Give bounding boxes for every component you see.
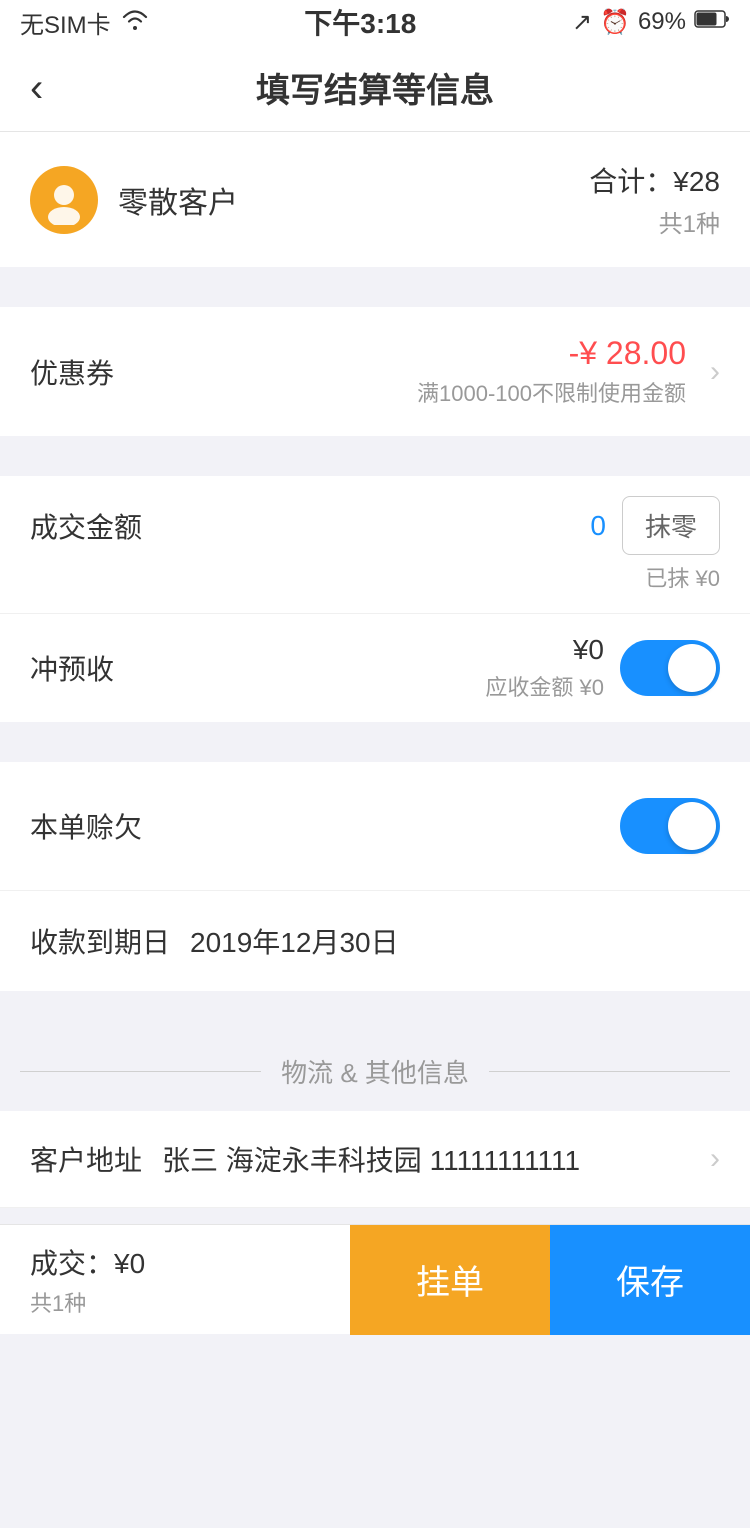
battery-icon [694,8,730,36]
total-value: ¥28 [673,166,720,197]
nav-bar: ‹ 填写结算等信息 [0,44,750,132]
status-time: 下午3:18 [304,2,416,42]
transaction-sub: 已抹 ¥0 [30,561,720,603]
total-count: 共1种 [589,204,720,239]
bottom-transaction-label: 成交： [30,1248,114,1279]
customer-left: 零散客户 [30,166,238,234]
separator-3 [0,742,750,762]
transaction-top: 成交金额 0 抹零 [30,496,720,555]
header-line-left [20,1071,261,1072]
prepay-value: ¥0 [573,634,604,666]
location-icon: ↗ [572,8,592,37]
debit-card: 本单赊欠 收款到期日 2019年12月30日 [0,762,750,991]
save-button[interactable]: 保存 [550,1225,750,1335]
prepay-row: 冲预收 ¥0 应收金额 ¥0 [0,613,750,722]
address-chevron-icon: › [710,1142,720,1176]
bottom-info: 成交：¥0 共1种 [0,1242,350,1318]
bottom-transaction-amount: ¥0 [114,1248,145,1279]
status-right: ↗ ⏰ 69% [572,8,730,37]
logistics-label: 物流 & 其他信息 [281,1053,469,1090]
round-zero-button[interactable]: 抹零 [622,496,720,555]
total-amount: 合计：¥28 [589,160,720,200]
hang-button[interactable]: 挂单 [350,1225,550,1335]
customer-card: 零散客户 合计：¥28 共1种 [0,132,750,267]
separator-4 [0,1011,750,1031]
coupon-discount: -¥ 28.00 [569,335,686,372]
bottom-count: 共1种 [30,1286,320,1318]
chevron-right-icon: › [710,355,720,389]
prepay-right: ¥0 应收金额 ¥0 [485,634,720,702]
prepay-value-area: ¥0 应收金额 ¥0 [485,634,604,702]
customer-total: 合计：¥28 共1种 [589,160,720,239]
bottom-bar: 成交：¥0 共1种 挂单 保存 [0,1224,750,1334]
coupon-card: 优惠券 -¥ 28.00 满1000-100不限制使用金额 › [0,307,750,436]
separator-1 [0,287,750,307]
back-button[interactable]: ‹ [30,68,43,108]
avatar [30,166,98,234]
battery-percent: 69% [638,8,686,36]
debit-toggle-knob [668,802,716,850]
transaction-row: 成交金额 0 抹零 已抹 ¥0 [0,476,750,613]
address-label: 客户地址 [30,1139,142,1179]
transaction-right: 0 抹零 [590,496,720,555]
coupon-right: -¥ 28.00 满1000-100不限制使用金额 › [417,335,720,408]
toggle-knob [668,644,716,692]
status-left: 无SIM卡 [20,5,149,40]
wifi-icon [121,8,149,37]
due-date-label: 收款到期日 [30,921,170,961]
alarm-icon: ⏰ [600,8,630,37]
logistics-header: 物流 & 其他信息 [0,1031,750,1111]
transaction-card: 成交金额 0 抹零 已抹 ¥0 冲预收 ¥0 应收金额 ¥0 [0,476,750,722]
prepay-label: 冲预收 [30,648,114,688]
separator-2 [0,456,750,476]
debit-label: 本单赊欠 [30,806,142,846]
coupon-sub: 满1000-100不限制使用金额 [417,376,686,408]
coupon-row[interactable]: 优惠券 -¥ 28.00 满1000-100不限制使用金额 › [0,307,750,436]
transaction-label: 成交金额 [30,506,142,546]
due-date-value: 2019年12月30日 [190,921,399,961]
coupon-value-area: -¥ 28.00 满1000-100不限制使用金额 [417,335,686,408]
debit-row: 本单赊欠 [0,762,750,890]
customer-name: 零散客户 [118,178,238,222]
due-date-row: 收款到期日 2019年12月30日 [0,890,750,991]
total-label: 合计： [589,166,673,197]
coupon-label: 优惠券 [30,352,114,392]
address-row[interactable]: 客户地址 张三 海淀永丰科技园 11111111111 › [0,1111,750,1208]
prepay-toggle[interactable] [620,640,720,696]
customer-row: 零散客户 合计：¥28 共1种 [0,132,750,267]
debit-toggle[interactable] [620,798,720,854]
address-value: 张三 海淀永丰科技园 11111111111 [162,1139,702,1179]
prepay-sub: 应收金额 ¥0 [485,670,604,702]
bottom-transaction: 成交：¥0 [30,1242,320,1282]
page-title: 填写结算等信息 [256,63,494,112]
sim-status: 无SIM卡 [20,5,111,40]
header-line-right [489,1071,730,1072]
transaction-value: 0 [590,510,606,542]
status-bar: 无SIM卡 下午3:18 ↗ ⏰ 69% [0,0,750,44]
